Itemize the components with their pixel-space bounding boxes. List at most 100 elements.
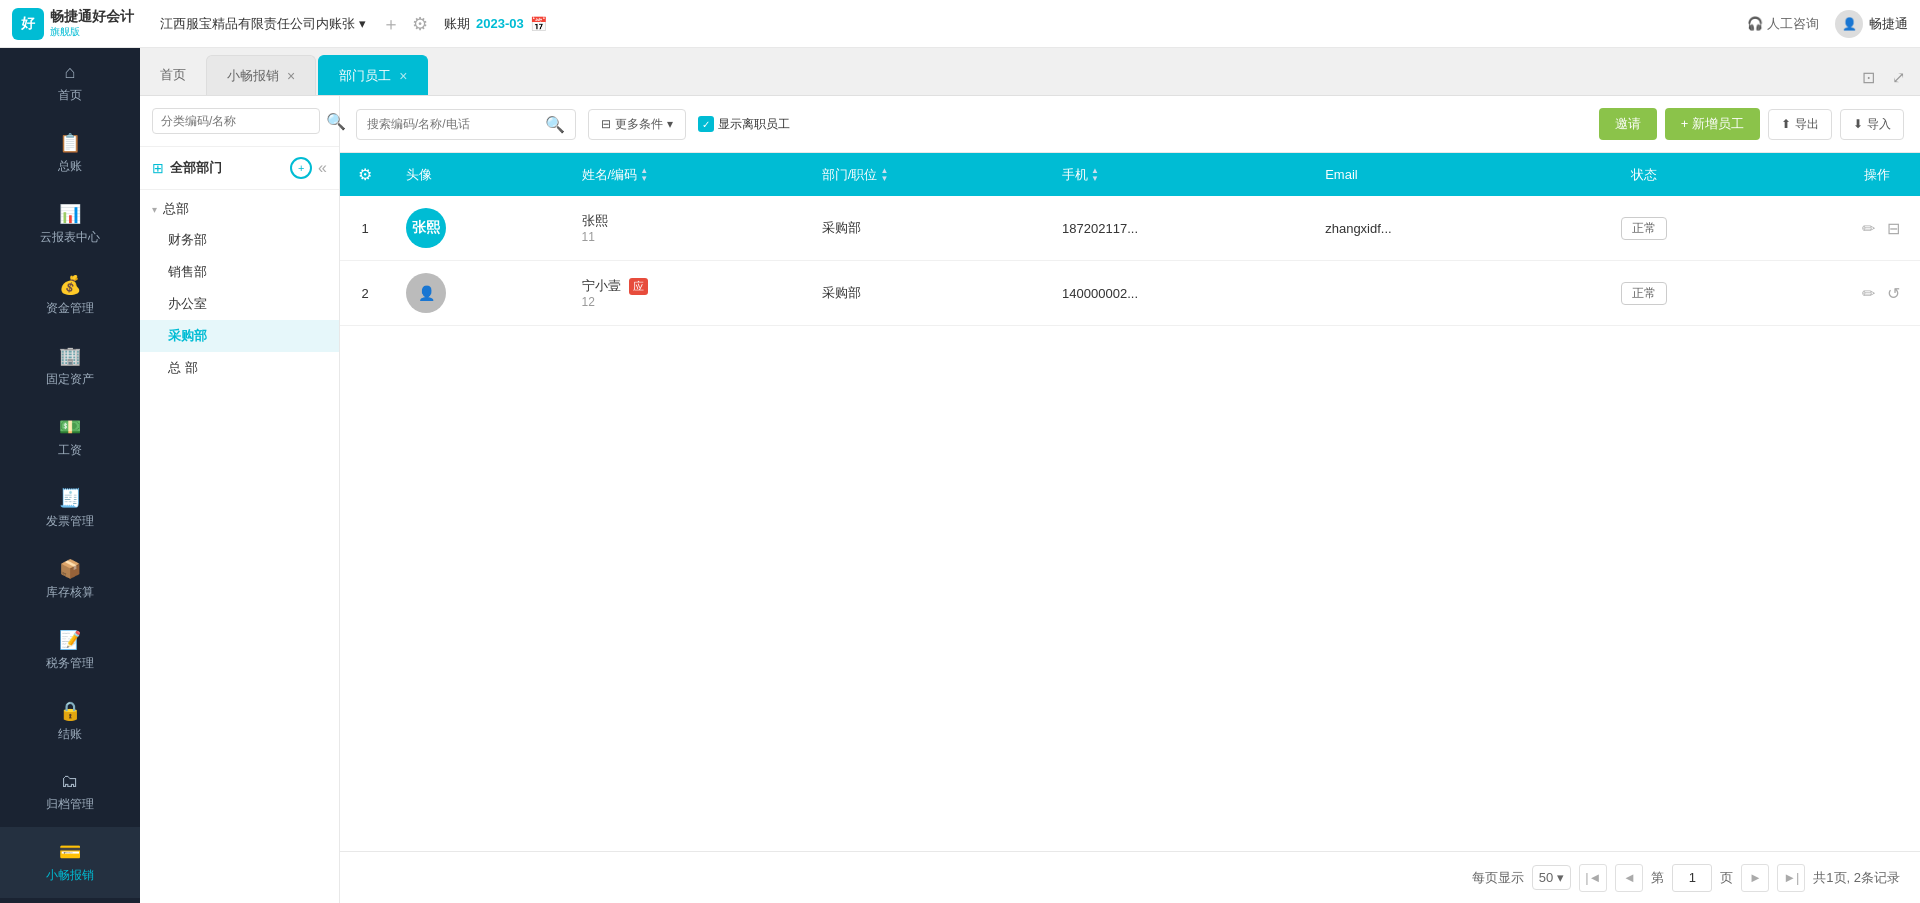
- funds-icon: 💰: [59, 274, 81, 296]
- dept-node-purchasing[interactable]: 采购部: [140, 320, 339, 352]
- employee-search-icon[interactable]: 🔍: [545, 115, 565, 134]
- dept-node-purchasing-label: 采购部: [168, 328, 207, 343]
- avatar-placeholder-icon: 👤: [418, 285, 435, 301]
- page-number-input[interactable]: [1672, 864, 1712, 892]
- sidebar-label-archive: 归档管理: [46, 796, 94, 813]
- sidebar-item-expense[interactable]: 💳 小畅报销: [0, 827, 140, 898]
- row-email-2: [1309, 261, 1549, 326]
- dept-header-icons: +: [290, 157, 312, 179]
- sidebar-item-reports[interactable]: 📊 云报表中心: [0, 189, 140, 260]
- import-icon: ⬇: [1853, 117, 1863, 131]
- logo-area: 好 畅捷通好会计 旗舰版: [12, 8, 152, 40]
- sidebar-item-home[interactable]: ⌂ 首页: [0, 48, 140, 118]
- employee-search-input[interactable]: [367, 117, 539, 131]
- sidebar-label-expense: 小畅报销: [46, 867, 94, 884]
- sidebar-item-assets[interactable]: 🏢 固定资产: [0, 331, 140, 402]
- th-name-code[interactable]: 姓名/编码 ▲▼: [566, 153, 806, 196]
- dept-node-finance[interactable]: 财务部: [140, 224, 339, 256]
- show-resign-checkbox-container[interactable]: ✓ 显示离职员工: [698, 116, 790, 133]
- add-employee-button[interactable]: + 新增员工: [1665, 108, 1760, 140]
- th-actions: 操作: [1740, 153, 1920, 196]
- employee-name-1: 张熙: [582, 212, 790, 230]
- user-info[interactable]: 👤 畅捷通: [1835, 10, 1908, 38]
- add-tab-icon[interactable]: ＋: [382, 12, 400, 36]
- sidebar-item-close[interactable]: 🔒 结账: [0, 686, 140, 757]
- sidebar-item-invoice[interactable]: 🧾 发票管理: [0, 473, 140, 544]
- headset-icon: 🎧: [1747, 16, 1763, 31]
- service-button[interactable]: 🎧 人工咨询: [1747, 15, 1819, 33]
- employee-avatar-2: 👤: [406, 273, 446, 313]
- page-content: 🔍 ⊞ 全部部门 + « ▾ 总部: [140, 96, 1920, 903]
- dept-search-box: 🔍: [140, 96, 339, 147]
- edit-icon-2[interactable]: ✏: [1862, 284, 1875, 303]
- all-dept-label: 全部部门: [170, 159, 284, 177]
- ying-tag-2: 应: [629, 278, 648, 295]
- settings-icon[interactable]: ⚙: [412, 13, 428, 35]
- dept-node-finance-label: 财务部: [168, 232, 207, 247]
- tab-window-buttons: ⊡ ⤢: [1854, 63, 1920, 95]
- tab-dept-close-icon[interactable]: ×: [399, 68, 407, 84]
- page-prev-button[interactable]: ◄: [1615, 864, 1643, 892]
- sidebar-item-salary[interactable]: 💵 工资: [0, 402, 140, 473]
- invite-button[interactable]: 邀请: [1599, 108, 1657, 140]
- company-selector[interactable]: 江西服宝精品有限责任公司内账张 ▾: [152, 11, 374, 37]
- page-di-word: 第: [1651, 869, 1664, 887]
- period-selector[interactable]: 账期 2023-03 📅: [444, 15, 547, 33]
- refresh-icon-2[interactable]: ↺: [1887, 284, 1900, 303]
- tab-home[interactable]: 首页: [140, 55, 206, 95]
- tab-expense[interactable]: 小畅报销 ×: [206, 55, 316, 95]
- filter-dropdown-icon: ▾: [667, 117, 673, 131]
- employee-code-2: 12: [582, 295, 790, 309]
- sidebar-item-ledger[interactable]: 📋 总账: [0, 118, 140, 189]
- inventory-icon: 📦: [59, 558, 81, 580]
- tab-expense-close-icon[interactable]: ×: [287, 68, 295, 84]
- expense-icon: 💳: [59, 841, 81, 863]
- page-first-button[interactable]: |◄: [1579, 864, 1607, 892]
- sidebar-label-invoice: 发票管理: [46, 513, 94, 530]
- dept-group-header-headquarters[interactable]: ▾ 总部: [140, 194, 339, 224]
- window-restore-button[interactable]: ⊡: [1854, 63, 1882, 91]
- row-actions-1: ✏ ⊟: [1740, 196, 1920, 261]
- employee-phone-1: 187202117...: [1062, 221, 1138, 236]
- dept-node-hq[interactable]: 总 部: [140, 352, 339, 384]
- sidebar-item-funds[interactable]: 💰 资金管理: [0, 260, 140, 331]
- sidebar-item-archive[interactable]: 🗂 归档管理: [0, 757, 140, 827]
- sidebar-label-inventory: 库存核算: [46, 584, 94, 601]
- pagination-bar: 每页显示 50 ▾ |◄ ◄ 第 页 ► ►| 共1页, 2条记录: [340, 851, 1920, 903]
- dept-add-icon[interactable]: +: [290, 157, 312, 179]
- logout-icon-1[interactable]: ⊟: [1887, 219, 1900, 238]
- page-next-button[interactable]: ►: [1741, 864, 1769, 892]
- calendar-icon[interactable]: 📅: [530, 16, 547, 32]
- dept-all-header[interactable]: ⊞ 全部部门 + «: [140, 147, 339, 190]
- edit-icon-1[interactable]: ✏: [1862, 219, 1875, 238]
- more-filter-button[interactable]: ⊟ 更多条件 ▾: [588, 109, 686, 140]
- sidebar-item-inventory[interactable]: 📦 库存核算: [0, 544, 140, 615]
- row-phone-2: 140000002...: [1046, 261, 1309, 326]
- row-status-2: 正常: [1549, 261, 1739, 326]
- export-button[interactable]: ⬆ 导出: [1768, 109, 1832, 140]
- th-dept-position[interactable]: 部门/职位 ▲▼: [806, 153, 1046, 196]
- app-edition: 旗舰版: [50, 25, 134, 39]
- th-phone[interactable]: 手机 ▲▼: [1046, 153, 1309, 196]
- dept-collapse-icon[interactable]: «: [318, 159, 327, 177]
- employee-search-box[interactable]: 🔍: [356, 109, 576, 140]
- row-dept-2: 采购部: [806, 261, 1046, 326]
- import-button[interactable]: ⬇ 导入: [1840, 109, 1904, 140]
- row-num-2: 2: [340, 261, 390, 326]
- dept-node-office[interactable]: 办公室: [140, 288, 339, 320]
- dept-node-sales[interactable]: 销售部: [140, 256, 339, 288]
- per-page-select[interactable]: 50 ▾: [1532, 865, 1571, 890]
- dept-node-sales-label: 销售部: [168, 264, 207, 279]
- tab-dept-employee[interactable]: 部门员工 ×: [318, 55, 428, 95]
- tab-dept-label: 部门员工: [339, 67, 391, 85]
- status-badge-2: 正常: [1621, 282, 1667, 305]
- dept-search-input[interactable]: [152, 108, 320, 134]
- table-settings-gear-icon[interactable]: ⚙: [358, 166, 372, 183]
- action-btns-2: ✏ ↺: [1756, 284, 1900, 303]
- window-maximize-button[interactable]: ⤢: [1884, 63, 1912, 91]
- sidebar-item-tax[interactable]: 📝 税务管理: [0, 615, 140, 686]
- sidebar: ⌂ 首页 📋 总账 📊 云报表中心 💰 资金管理 🏢 固定资产 💵 工资 🧾 发…: [0, 48, 140, 903]
- page-last-button[interactable]: ►|: [1777, 864, 1805, 892]
- th-email: Email: [1309, 153, 1549, 196]
- sidebar-item-basic-settings[interactable]: ⚙ 基础设置: [0, 898, 140, 903]
